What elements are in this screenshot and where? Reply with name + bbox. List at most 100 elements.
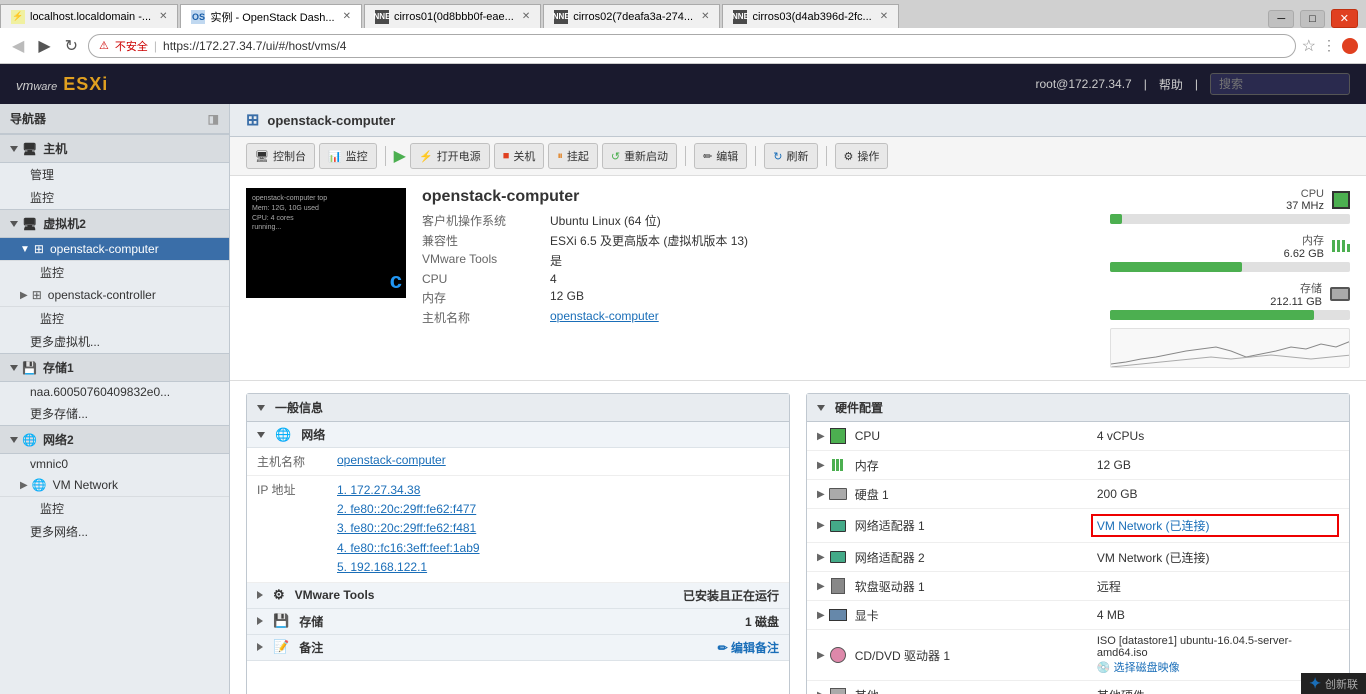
minimize-btn[interactable]: ─ xyxy=(1268,10,1294,28)
ip-value-5[interactable]: 5. 192.168.122.1 xyxy=(337,558,480,577)
bookmark-icon[interactable]: ☆ xyxy=(1302,36,1316,56)
suspend-btn[interactable]: ⏸ 挂起 xyxy=(548,143,598,169)
tab-cirros03[interactable]: NNE cirros03(d4ab396d-2fc... ✕ xyxy=(722,4,899,28)
monitor-label: 监控 xyxy=(346,148,368,164)
back-btn[interactable]: ◀ xyxy=(8,34,28,58)
actions-btn[interactable]: ⚙ 操作 xyxy=(835,143,889,169)
sidebar-item-monitor-host[interactable]: 监控 xyxy=(0,186,229,209)
esxi-app: vmware ESXi root@172.27.34.7 | 帮助 | 导航器 … xyxy=(0,64,1366,694)
monitor-btn[interactable]: 📊 监控 xyxy=(319,143,377,169)
reload-btn[interactable]: ↻ xyxy=(61,34,82,58)
hw-row-disk[interactable]: ▶ 硬盘 1 200 GB xyxy=(807,480,1349,509)
sidebar-item-openstack-computer[interactable]: ▼ ⊞ openstack-computer xyxy=(0,238,229,261)
notes-edit-btn[interactable]: ✏ 编辑备注 xyxy=(718,639,779,656)
cpu-chart-value: 37 MHz xyxy=(1286,200,1324,212)
network-hostname-row: 主机名称 openstack-computer xyxy=(247,448,789,476)
storage-chart-row: 存储 212.11 GB xyxy=(1110,280,1350,308)
sidebar-section-storage: 💾 存储 1 naa.60050760409832e0... 更多存储... xyxy=(0,353,229,425)
security-label: 不安全 xyxy=(115,38,148,54)
tab-close-cirros03[interactable]: ✕ xyxy=(880,11,888,22)
hostname-value[interactable]: openstack-computer xyxy=(550,309,1094,326)
sidebar-item-manage[interactable]: 管理 xyxy=(0,163,229,186)
storage-badge: 1 xyxy=(67,361,74,375)
gpu-icon xyxy=(829,606,847,624)
esxi-help-link[interactable]: 帮助 xyxy=(1159,76,1183,93)
address-box[interactable]: ⚠ 不安全 | https://172.27.34.7/ui/#/host/vm… xyxy=(88,34,1296,58)
hardware-config-header[interactable]: 硬件配置 xyxy=(807,394,1349,422)
vmtools-section-header[interactable]: ⚙ VMware Tools 已安装且正在运行 xyxy=(247,583,789,609)
vmtools-value: 已安装且正在运行 xyxy=(683,587,779,604)
sidebar-item-openstack-controller[interactable]: ▶ ⊞ openstack-controller xyxy=(0,284,229,307)
sidebar-item-vm-network[interactable]: ▶ 🌐 VM Network xyxy=(0,474,229,497)
maximize-btn[interactable]: □ xyxy=(1300,10,1325,28)
tab-label-cirros01: cirros01(0d8bbb0f-eae... xyxy=(394,11,514,23)
network-hostname-value[interactable]: openstack-computer xyxy=(337,453,446,470)
hw-row-nic2[interactable]: ▶ 网络适配器 2 VM Network (已连接) xyxy=(807,543,1349,572)
sidebar-collapse-icon[interactable]: ◨ xyxy=(208,112,219,126)
hw-row-nic1[interactable]: ▶ 网络适配器 1 VM Network (已连接) xyxy=(807,509,1349,543)
ip-value-4[interactable]: 4. fe80::fc16:3eff:feef:1ab9 xyxy=(337,539,480,558)
sidebar-item-more-storage[interactable]: 更多存储... xyxy=(0,402,229,425)
general-info-header[interactable]: 一般信息 xyxy=(247,394,789,422)
esxi-header-right: root@172.27.34.7 | 帮助 | xyxy=(1035,73,1350,95)
notes-title: 备注 xyxy=(299,639,323,656)
network-section-header[interactable]: 🌐 网络 xyxy=(247,422,789,448)
tab-close-localhost[interactable]: ✕ xyxy=(159,11,167,22)
poweroff-btn[interactable]: ■ 关机 xyxy=(494,143,545,169)
vm-thumbnail[interactable]: openstack-computer top Mem: 12G, 10G use… xyxy=(246,188,406,298)
suspend-icon: ⏸ xyxy=(557,150,563,163)
sidebar-item-monitor-computer[interactable]: 监控 xyxy=(0,261,229,284)
tab-localhost[interactable]: ⚡ localhost.localdomain -... ✕ xyxy=(0,4,178,28)
sidebar-item-monitor-network[interactable]: 监控 xyxy=(0,497,229,520)
hw-row-cpu[interactable]: ▶ CPU 4 vCPUs xyxy=(807,422,1349,451)
content-area: ⊞ openstack-computer 🖥 控制台 📊 监控 ▶ ⚡ 打开电源 xyxy=(230,104,1366,694)
notes-section-header[interactable]: 📝 备注 ✏ 编辑备注 xyxy=(247,635,789,661)
os-label: 客户机操作系统 xyxy=(422,212,542,229)
sidebar: 导航器 ◨ 🖥 主机 管理 监控 🖥 虚拟机 2 xyxy=(0,104,230,694)
disk-icon xyxy=(829,485,847,503)
sidebar-item-more-network[interactable]: 更多网络... xyxy=(0,520,229,543)
storage-section-icon: 💾 xyxy=(273,613,289,629)
menu-icon[interactable]: ⋮ xyxy=(1322,37,1336,54)
restart-btn[interactable]: ↺ 重新启动 xyxy=(602,143,677,169)
hw-row-cdrom[interactable]: ▶ CD/DVD 驱动器 1 ISO [datastore1] ubuntu-1… xyxy=(807,630,1349,681)
poweroff-label: 关机 xyxy=(513,148,535,164)
sidebar-host-header[interactable]: 🖥 主机 xyxy=(0,134,229,163)
tab-close-cirros01[interactable]: ✕ xyxy=(522,11,530,22)
tab-close-cirros02[interactable]: ✕ xyxy=(701,11,709,22)
forward-btn[interactable]: ▶ xyxy=(34,34,54,58)
sidebar-item-vmnic0[interactable]: vmnic0 xyxy=(0,454,229,474)
tools-value: 是 xyxy=(550,252,1094,269)
hw-row-mem[interactable]: ▶ 内存 12 GB xyxy=(807,451,1349,480)
ip-value-2[interactable]: 2. fe80::20c:29ff:fe62:f477 xyxy=(337,500,480,519)
sidebar-item-more-vms[interactable]: 更多虚拟机... xyxy=(0,330,229,353)
main-layout: 导航器 ◨ 🖥 主机 管理 监控 🖥 虚拟机 2 xyxy=(0,104,1366,694)
ip-value-3[interactable]: 3. fe80::20c:29ff:fe62:f481 xyxy=(337,519,480,538)
os-value: Ubuntu Linux (64 位) xyxy=(550,212,1094,229)
edit-btn[interactable]: ✏ 编辑 xyxy=(694,143,747,169)
hw-row-other[interactable]: ▶ 其他 其他硬件 xyxy=(807,681,1349,694)
play-icon[interactable]: ▶ xyxy=(394,146,406,166)
tab-openstack[interactable]: OS 实例 - OpenStack Dash... ✕ xyxy=(180,4,362,28)
extension-btn[interactable] xyxy=(1342,38,1358,54)
console-btn[interactable]: 🖥 控制台 xyxy=(246,143,315,169)
sidebar-vms-header[interactable]: 🖥 虚拟机 2 xyxy=(0,209,229,238)
tab-cirros02[interactable]: NNE cirros02(7deafa3a-274... ✕ xyxy=(543,4,720,28)
close-btn[interactable]: ✕ xyxy=(1331,9,1358,28)
storage-section-header[interactable]: 💾 存储 1 磁盘 xyxy=(247,609,789,635)
poweron-btn[interactable]: ⚡ 打开电源 xyxy=(410,143,490,169)
ip-value-1[interactable]: 1. 172.27.34.38 xyxy=(337,481,480,500)
hw-cdrom-expand: ▶ xyxy=(817,650,825,661)
sidebar-item-naa[interactable]: naa.60050760409832e0... xyxy=(0,382,229,402)
sidebar-item-monitor-controller[interactable]: 监控 xyxy=(0,307,229,330)
hw-row-floppy[interactable]: ▶ 软盘驱动器 1 远程 xyxy=(807,572,1349,601)
refresh-btn[interactable]: ↻ 刷新 xyxy=(764,143,817,169)
esxi-search-input[interactable] xyxy=(1210,73,1350,95)
tab-close-openstack[interactable]: ✕ xyxy=(343,11,351,22)
sidebar-network-header[interactable]: 🌐 网络 2 xyxy=(0,425,229,454)
sidebar-storage-header[interactable]: 💾 存储 1 xyxy=(0,353,229,382)
hw-row-gpu[interactable]: ▶ 显卡 4 MB xyxy=(807,601,1349,630)
vm-detail: openstack-computer top Mem: 12G, 10G use… xyxy=(230,176,1366,381)
esxi-header: vmware ESXi root@172.27.34.7 | 帮助 | xyxy=(0,64,1366,104)
tab-cirros01[interactable]: NNE cirros01(0d8bbb0f-eae... ✕ xyxy=(364,4,541,28)
